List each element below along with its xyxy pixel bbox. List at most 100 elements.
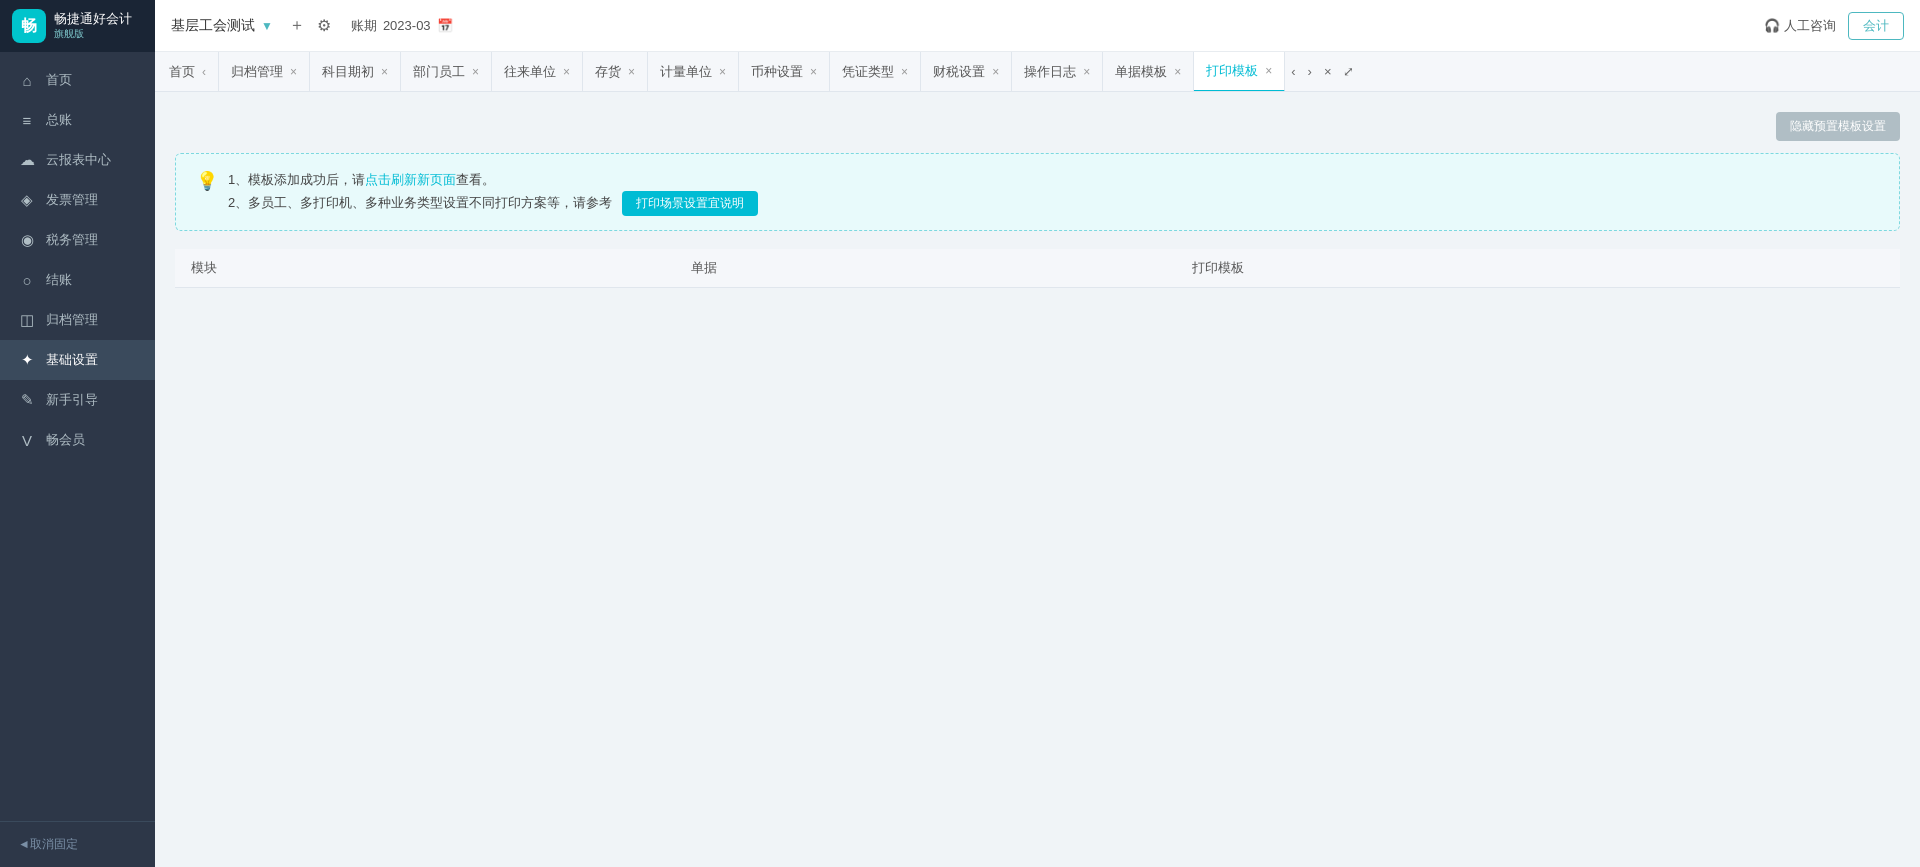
tab-archive[interactable]: 归档管理 × xyxy=(219,52,310,92)
info-line1-prefix: 1、模板添加成功后，请 xyxy=(228,172,365,187)
invoice-icon: ◈ xyxy=(18,191,36,209)
tab-home-label: 首页 xyxy=(169,63,195,81)
tab-inventory-close[interactable]: × xyxy=(628,65,635,79)
home-icon: ⌂ xyxy=(18,72,36,89)
tab-prev-button[interactable]: ‹ xyxy=(1285,52,1301,92)
tab-unit-label: 计量单位 xyxy=(660,63,712,81)
tab-archive-label: 归档管理 xyxy=(231,63,283,81)
tab-voucher-label: 凭证类型 xyxy=(842,63,894,81)
info-line2-text: 2、多员工、多打印机、多种业务类型设置不同打印方案等，请参考 xyxy=(228,195,612,210)
sidebar-item-label: 总账 xyxy=(46,111,72,129)
period-label: 账期 xyxy=(351,17,377,35)
tab-home-nav[interactable]: ‹ xyxy=(202,65,206,79)
top-bar-right: 🎧 人工咨询 会计 xyxy=(1764,12,1904,40)
tab-oplog[interactable]: 操作日志 × xyxy=(1012,52,1103,92)
top-bar-actions: ＋ ⚙ xyxy=(289,15,331,36)
sidebar-item-label: 归档管理 xyxy=(46,311,98,329)
period-value: 2023-03 xyxy=(383,18,431,33)
sidebar-logo: 畅 畅捷通好会计 旗舰版 xyxy=(0,0,155,52)
tab-receipt-label: 单据模板 xyxy=(1115,63,1167,81)
tab-subject-label: 科目期初 xyxy=(322,63,374,81)
sidebar-item-label: 发票管理 xyxy=(46,191,98,209)
ai-consult-label: 人工咨询 xyxy=(1784,17,1836,35)
add-tab-button[interactable]: ＋ xyxy=(289,15,305,36)
sidebar: 畅 畅捷通好会计 旗舰版 ⌂ 首页 ≡ 总账 ☁ 云报表中心 ◈ 发票管理 ◉ … xyxy=(0,0,155,867)
settings-icon: ✦ xyxy=(18,351,36,369)
member-icon: V xyxy=(18,432,36,449)
unpin-button[interactable]: ◄取消固定 xyxy=(0,821,155,867)
tab-bar: 首页 ‹ 归档管理 × 科目期初 × 部门员工 × 往来单位 × 存货 × 计量… xyxy=(155,52,1920,92)
sidebar-item-checkout[interactable]: ○ 结账 xyxy=(0,260,155,300)
archive-icon: ◫ xyxy=(18,311,36,329)
tab-department-close[interactable]: × xyxy=(472,65,479,79)
tab-partner[interactable]: 往来单位 × xyxy=(492,52,583,92)
sidebar-item-label: 畅会员 xyxy=(46,431,85,449)
sidebar-item-invoice[interactable]: ◈ 发票管理 xyxy=(0,180,155,220)
tab-oplog-close[interactable]: × xyxy=(1083,65,1090,79)
hide-template-button[interactable]: 隐藏预置模板设置 xyxy=(1776,112,1900,141)
col-module: 模块 xyxy=(175,249,675,288)
sidebar-item-guide[interactable]: ✎ 新手引导 xyxy=(0,380,155,420)
tab-partner-close[interactable]: × xyxy=(563,65,570,79)
period-info: 账期 2023-03 📅 xyxy=(351,17,453,35)
tab-print-close[interactable]: × xyxy=(1265,64,1272,78)
cloud-icon: ☁ xyxy=(18,151,36,169)
company-selector[interactable]: 基层工会测试 ▼ xyxy=(171,17,273,35)
tab-print[interactable]: 打印模板 × xyxy=(1194,52,1285,92)
sidebar-item-archive[interactable]: ◫ 归档管理 xyxy=(0,300,155,340)
sidebar-item-settings[interactable]: ✦ 基础设置 xyxy=(0,340,155,380)
tab-currency-close[interactable]: × xyxy=(810,65,817,79)
top-bar: 基层工会测试 ▼ ＋ ⚙ 账期 2023-03 📅 🎧 人工咨询 会计 xyxy=(155,0,1920,52)
info-box-content: 1、模板添加成功后，请点击刷新新页面查看。 2、多员工、多打印机、多种业务类型设… xyxy=(228,168,758,216)
print-template-table: 模块 单据 打印模板 xyxy=(175,249,1900,288)
tab-oplog-label: 操作日志 xyxy=(1024,63,1076,81)
sidebar-item-ledger[interactable]: ≡ 总账 xyxy=(0,100,155,140)
tab-inventory[interactable]: 存货 × xyxy=(583,52,648,92)
company-name: 基层工会测试 xyxy=(171,17,255,35)
tab-taxset[interactable]: 财税设置 × xyxy=(921,52,1012,92)
explain-button[interactable]: 打印场景设置宜说明 xyxy=(622,191,758,216)
tab-archive-close[interactable]: × xyxy=(290,65,297,79)
logo-icon: 畅 xyxy=(12,9,46,43)
tab-next-button[interactable]: › xyxy=(1302,52,1318,92)
ai-consult-button[interactable]: 🎧 人工咨询 xyxy=(1764,17,1836,35)
tab-receipt[interactable]: 单据模板 × xyxy=(1103,52,1194,92)
sidebar-item-home[interactable]: ⌂ 首页 xyxy=(0,60,155,100)
tab-department[interactable]: 部门员工 × xyxy=(401,52,492,92)
tab-print-label: 打印模板 xyxy=(1206,62,1258,80)
sidebar-item-member[interactable]: V 畅会员 xyxy=(0,420,155,460)
tab-unit[interactable]: 计量单位 × xyxy=(648,52,739,92)
refresh-link[interactable]: 点击刷新新页面 xyxy=(365,172,456,187)
company-dropdown-icon: ▼ xyxy=(261,19,273,33)
tab-partner-label: 往来单位 xyxy=(504,63,556,81)
tab-unit-close[interactable]: × xyxy=(719,65,726,79)
main-area: 基层工会测试 ▼ ＋ ⚙ 账期 2023-03 📅 🎧 人工咨询 会计 首页 ‹… xyxy=(155,0,1920,867)
sidebar-item-tax[interactable]: ◉ 税务管理 xyxy=(0,220,155,260)
checkout-icon: ○ xyxy=(18,272,36,289)
tab-department-label: 部门员工 xyxy=(413,63,465,81)
logo-sub: 旗舰版 xyxy=(54,27,132,41)
info-line1: 1、模板添加成功后，请点击刷新新页面查看。 xyxy=(228,168,758,191)
sidebar-item-reports[interactable]: ☁ 云报表中心 xyxy=(0,140,155,180)
tab-currency-label: 币种设置 xyxy=(751,63,803,81)
sidebar-item-label: 税务管理 xyxy=(46,231,98,249)
sidebar-nav: ⌂ 首页 ≡ 总账 ☁ 云报表中心 ◈ 发票管理 ◉ 税务管理 ○ 结账 ◫ 归… xyxy=(0,52,155,821)
table-header: 模块 单据 打印模板 xyxy=(175,249,1900,288)
calendar-icon[interactable]: 📅 xyxy=(437,18,453,33)
tab-close-all-button[interactable]: × xyxy=(1318,52,1338,92)
content-area: 隐藏预置模板设置 💡 1、模板添加成功后，请点击刷新新页面查看。 2、多员工、多… xyxy=(155,92,1920,867)
tab-expand-button[interactable]: ⤢ xyxy=(1337,52,1360,92)
tab-taxset-close[interactable]: × xyxy=(992,65,999,79)
settings-gear-button[interactable]: ⚙ xyxy=(317,16,331,35)
tab-subject-close[interactable]: × xyxy=(381,65,388,79)
tab-home[interactable]: 首页 ‹ xyxy=(157,52,219,92)
logo-name: 畅捷通好会计 xyxy=(54,11,132,28)
tab-subject[interactable]: 科目期初 × xyxy=(310,52,401,92)
tab-voucher[interactable]: 凭证类型 × xyxy=(830,52,921,92)
kuaiji-button[interactable]: 会计 xyxy=(1848,12,1904,40)
tab-receipt-close[interactable]: × xyxy=(1174,65,1181,79)
col-receipt: 单据 xyxy=(675,249,1175,288)
tab-currency[interactable]: 币种设置 × xyxy=(739,52,830,92)
tab-voucher-close[interactable]: × xyxy=(901,65,908,79)
tab-taxset-label: 财税设置 xyxy=(933,63,985,81)
